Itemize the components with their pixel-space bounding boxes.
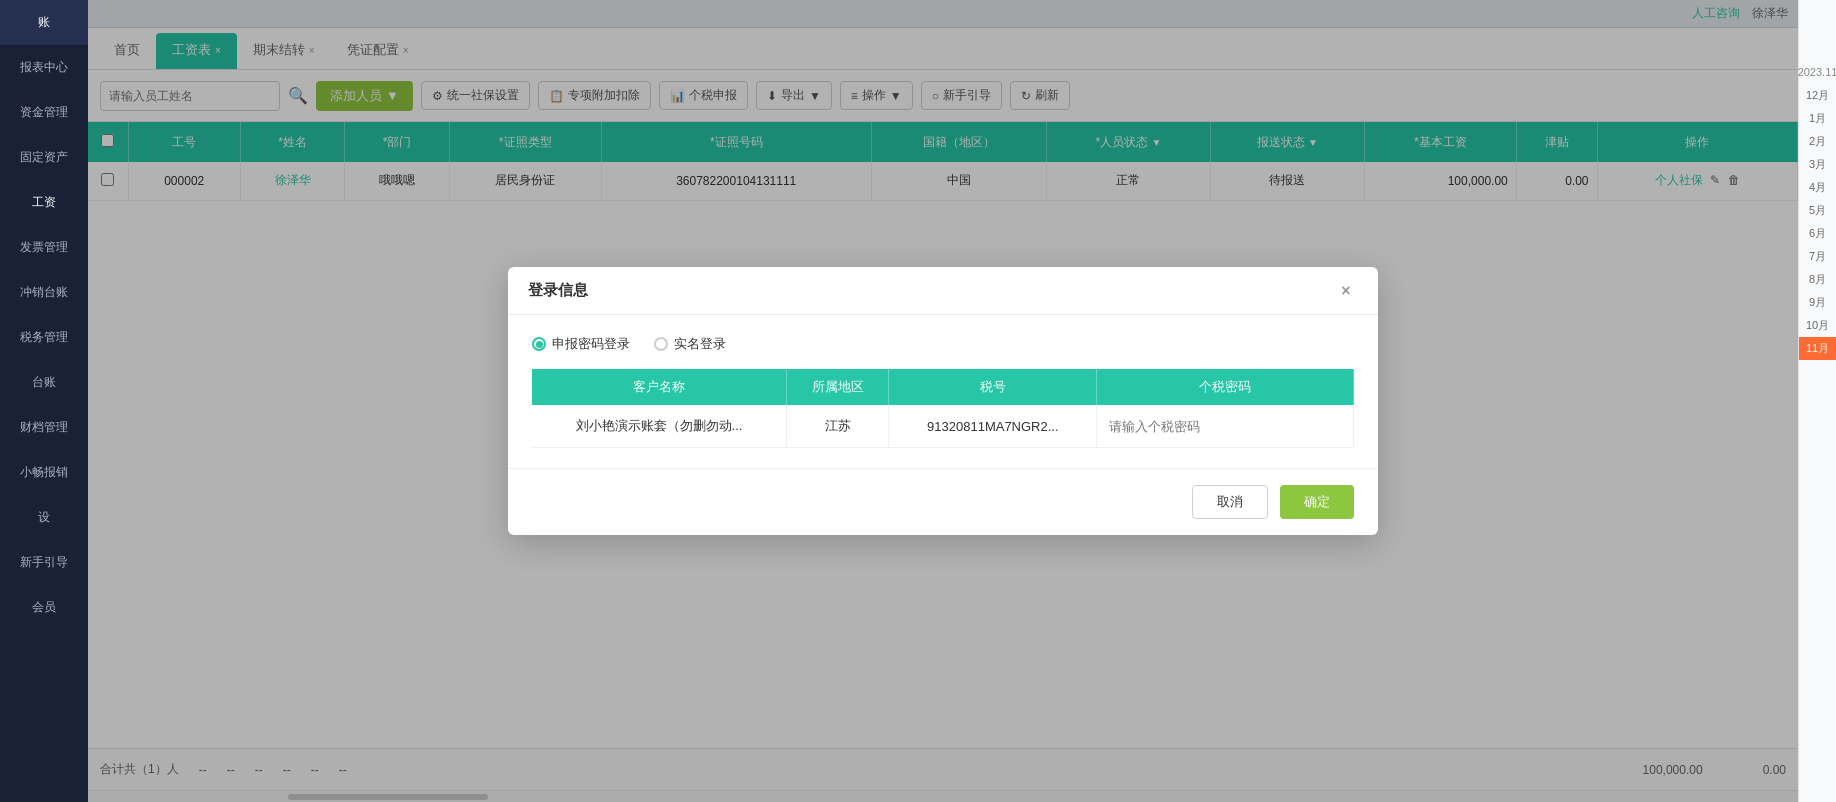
radio-password-label: 申报密码登录 [552, 335, 630, 353]
dialog-header: 登录信息 × [508, 267, 1378, 315]
sidebar-item-label: 小畅报销 [20, 465, 68, 479]
login-dialog: 登录信息 × 申报密码登录 实名登录 客户名称 [508, 267, 1378, 535]
confirm-button[interactable]: 确定 [1280, 485, 1354, 519]
sidebar-item-chongxiao[interactable]: 冲销台账 [0, 270, 88, 315]
sidebar-item-label: 台账 [32, 375, 56, 389]
sidebar-item-expense[interactable]: 小畅报销 [0, 450, 88, 495]
sidebar-item-label: 工资 [32, 195, 56, 209]
sidebar-item-label: 设 [38, 510, 50, 524]
sidebar-item-label: 新手引导 [20, 555, 68, 569]
radio-realname-label: 实名登录 [674, 335, 726, 353]
col-company: 客户名称 [532, 369, 786, 405]
sidebar: 账 报表中心 资金管理 固定资产 工资 发票管理 冲销台账 税务管理 台账 财档… [0, 0, 88, 802]
sidebar-item-archive-mgmt[interactable]: 财档管理 [0, 405, 88, 450]
sidebar-item-taizhang[interactable]: 台账 [0, 360, 88, 405]
sidebar-item-fund-mgmt[interactable]: 资金管理 [0, 90, 88, 135]
sidebar-item-label: 资金管理 [20, 105, 68, 119]
right-panel: 2023.11 12月 1月 2月 3月 4月 5月 6月 7月 8月 9月 1… [1798, 0, 1836, 802]
sidebar-item-label: 税务管理 [20, 330, 68, 344]
modal-overlay: 登录信息 × 申报密码登录 实名登录 客户名称 [88, 0, 1798, 802]
sidebar-item-settings[interactable]: 设 [0, 495, 88, 540]
sidebar-item-invoice-mgmt[interactable]: 发票管理 [0, 225, 88, 270]
year-label: 2023.11 [1796, 60, 1836, 84]
sidebar-item-report-center[interactable]: 报表中心 [0, 45, 88, 90]
col-region: 所属地区 [786, 369, 888, 405]
radio-realname-circle [654, 337, 668, 351]
sidebar-item-label: 会员 [32, 600, 56, 614]
sidebar-item-label: 冲销台账 [20, 285, 68, 299]
month-aug[interactable]: 8月 [1799, 268, 1836, 291]
dialog-title: 登录信息 [528, 281, 588, 300]
month-jun[interactable]: 6月 [1799, 222, 1836, 245]
inner-table-row: 刘小艳演示账套（勿删勿动... 江苏 91320811MA7NGR2... [532, 405, 1354, 447]
sidebar-item-tax-mgmt[interactable]: 税务管理 [0, 315, 88, 360]
sidebar-item-label: 固定资产 [20, 150, 68, 164]
dialog-close-button[interactable]: × [1334, 279, 1358, 303]
sidebar-item-member[interactable]: 会员 [0, 585, 88, 630]
col-tax-password: 个税密码 [1097, 369, 1354, 405]
cancel-button[interactable]: 取消 [1192, 485, 1268, 519]
sidebar-item-guide[interactable]: 新手引导 [0, 540, 88, 585]
sidebar-item-fixed-assets[interactable]: 固定资产 [0, 135, 88, 180]
sidebar-item-salary[interactable]: 工资 [0, 180, 88, 225]
sidebar-item-label: 发票管理 [20, 240, 68, 254]
tax-password-input[interactable] [1109, 419, 1341, 434]
radio-password-login[interactable]: 申报密码登录 [532, 335, 630, 353]
login-info-table: 客户名称 所属地区 税号 个税密码 刘小艳演示账套（勿删勿动... 江苏 913… [532, 369, 1354, 448]
sidebar-item-label: 财档管理 [20, 420, 68, 434]
login-type-radio-group: 申报密码登录 实名登录 [532, 335, 1354, 353]
sidebar-item-label: 报表中心 [20, 60, 68, 74]
month-may[interactable]: 5月 [1799, 199, 1836, 222]
region-cell: 江苏 [786, 405, 888, 447]
month-oct[interactable]: 10月 [1799, 314, 1836, 337]
dialog-footer: 取消 确定 [508, 468, 1378, 535]
month-dec[interactable]: 12月 [1799, 84, 1836, 107]
month-apr[interactable]: 4月 [1799, 176, 1836, 199]
month-nov[interactable]: 11月 [1799, 337, 1836, 360]
password-input-cell[interactable] [1097, 405, 1354, 447]
col-tax-number: 税号 [889, 369, 1097, 405]
sidebar-item-label: 账 [38, 15, 50, 29]
dialog-body: 申报密码登录 实名登录 客户名称 所属地区 税号 个税密码 [508, 315, 1378, 468]
month-feb[interactable]: 2月 [1799, 130, 1836, 153]
month-jul[interactable]: 7月 [1799, 245, 1836, 268]
sidebar-item-account[interactable]: 账 [0, 0, 88, 45]
radio-password-circle [532, 337, 546, 351]
inner-table-header-row: 客户名称 所属地区 税号 个税密码 [532, 369, 1354, 405]
month-jan[interactable]: 1月 [1799, 107, 1836, 130]
month-mar[interactable]: 3月 [1799, 153, 1836, 176]
radio-realname-login[interactable]: 实名登录 [654, 335, 726, 353]
company-cell: 刘小艳演示账套（勿删勿动... [532, 405, 786, 447]
month-sep[interactable]: 9月 [1799, 291, 1836, 314]
tax-number-cell: 91320811MA7NGR2... [889, 405, 1097, 447]
